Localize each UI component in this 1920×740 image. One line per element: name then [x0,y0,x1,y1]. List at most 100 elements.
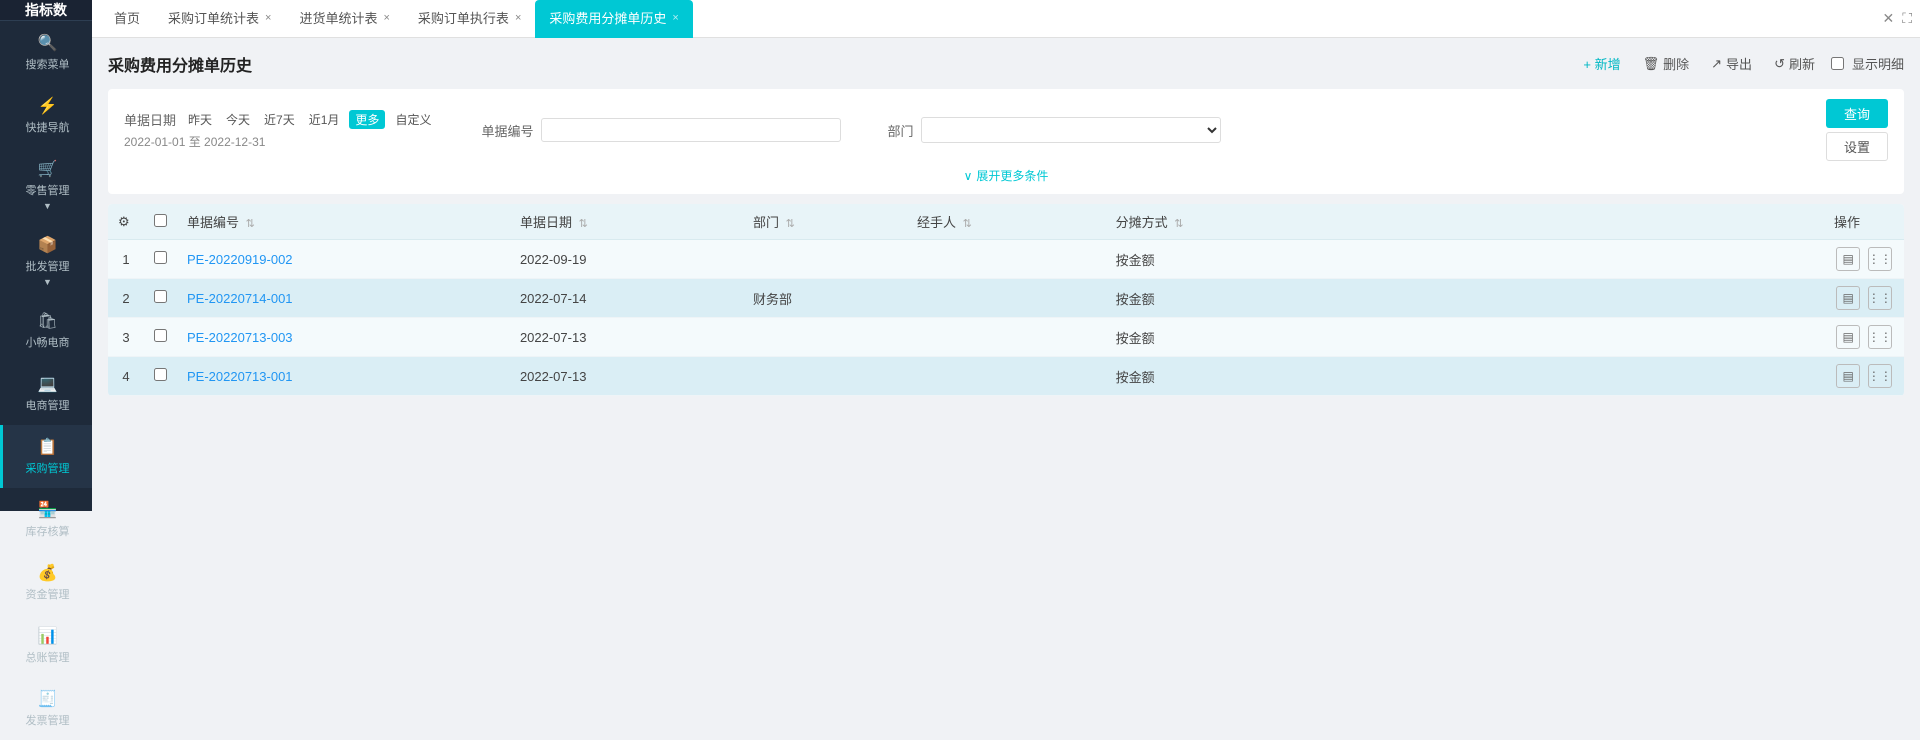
row-checkbox[interactable] [154,290,167,303]
purchase-icon: 📋 [38,437,58,457]
sidebar-item-ecommerce[interactable]: 💻 电商管理 [0,362,92,425]
sidebar-item-retail[interactable]: 🛒 零售管理 ▼ [0,147,92,223]
shortcut-more[interactable]: 更多 [349,110,385,129]
query-button-group: 查询 设置 [1826,99,1888,161]
row-dept [743,240,907,279]
show-cols-toggle[interactable]: 显示明细 [1831,54,1904,73]
select-all-checkbox[interactable] [154,214,167,227]
col-header-handler[interactable]: 经手人 ⇅ [907,204,1106,240]
row-doc-no: PE-20220919-002 [177,240,510,279]
row-doc-date: 2022-09-19 [510,240,743,279]
fullscreen-icon[interactable]: ⛶ [1902,10,1912,27]
shortcut-custom[interactable]: 自定义 [391,110,435,129]
row-checkbox[interactable] [154,251,167,264]
table-row: 4 PE-20220713-001 2022-07-13 按金额 ▤ ⋮⋮ [108,357,1904,396]
col-header-split-method[interactable]: 分摊方式 ⇅ [1106,204,1824,240]
sidebar-item-accounting[interactable]: 📊 总账管理 [0,614,92,677]
new-button[interactable]: + 新增 [1577,50,1626,77]
wholesale-icon: 📦 [38,235,58,255]
view-action-icon[interactable]: ▤ [1836,247,1860,271]
expand-more-conditions[interactable]: ∨ 展开更多条件 [124,167,1888,184]
row-doc-date: 2022-07-13 [510,357,743,396]
row-actions: ▤ ⋮⋮ [1824,240,1904,279]
sidebar-item-inventory[interactable]: 🏪 库存核算 [0,488,92,551]
row-handler [907,279,1106,318]
col-header-doc-date[interactable]: 单据日期 ⇅ [510,204,743,240]
sidebar-item-quick-nav[interactable]: ⚡ 快捷导航 [0,84,92,147]
shortcut-today[interactable]: 今天 [222,110,254,129]
tab-home[interactable]: 首页 [100,0,154,38]
shortcut-yesterday[interactable]: 昨天 [184,110,216,129]
minishop-icon: 🛍 [37,311,57,331]
row-doc-date: 2022-07-14 [510,279,743,318]
row-split-method: 按金额 [1106,318,1824,357]
doc-no-link[interactable]: PE-20220713-001 [187,369,293,384]
chevron-down-icon: ∨ [964,169,973,183]
sidebar-item-invoice[interactable]: 🧾 发票管理 [0,677,92,740]
doc-no-filter-group: 单据编号 [481,118,841,142]
row-split-method: 按金额 [1106,357,1824,396]
table-row: 1 PE-20220919-002 2022-09-19 按金额 ▤ ⋮⋮ [108,240,1904,279]
row-dept [743,357,907,396]
col-header-dept[interactable]: 部门 ⇅ [743,204,907,240]
shortcut-1month[interactable]: 近1月 [305,110,344,129]
query-button[interactable]: 查询 [1826,99,1888,128]
filter-settings-button[interactable]: 设置 [1826,132,1888,161]
invoice-icon: 🧾 [38,689,58,709]
col-header-checkbox[interactable] [144,204,177,240]
sort-icon-dept: ⇅ [786,218,795,230]
more-action-icon[interactable]: ⋮⋮ [1868,364,1892,388]
row-actions: ▤ ⋮⋮ [1824,318,1904,357]
doc-no-link[interactable]: PE-20220919-002 [187,252,293,267]
row-checkbox[interactable] [154,329,167,342]
sort-icon-split-method: ⇅ [1174,218,1183,230]
view-action-icon[interactable]: ▤ [1836,286,1860,310]
delete-button[interactable]: 🗑 删除 [1637,50,1696,77]
col-header-settings[interactable]: ⚙ [108,204,144,240]
more-action-icon[interactable]: ⋮⋮ [1868,325,1892,349]
tab-purchase-cost-history[interactable]: 采购费用分摊单历史 × [535,0,692,38]
sort-icon-doc-date: ⇅ [579,218,588,230]
more-action-icon[interactable]: ⋮⋮ [1868,247,1892,271]
row-checkbox-cell [144,318,177,357]
view-action-icon[interactable]: ▤ [1836,325,1860,349]
doc-no-input[interactable] [541,118,841,142]
close-tab-purchase-order-exec[interactable]: × [515,12,521,24]
dept-label: 部门 [887,121,913,140]
doc-no-link[interactable]: PE-20220714-001 [187,291,293,306]
date-label: 单据日期 [124,110,176,129]
page-header: 采购费用分摊单历史 + 新增 🗑 删除 ↗ 导出 ↺ 刷新 [108,50,1904,77]
toolbar: + 新增 🗑 删除 ↗ 导出 ↺ 刷新 显示明细 [1577,50,1904,77]
row-doc-no: PE-20220714-001 [177,279,510,318]
close-tab-purchase-cost-history[interactable]: × [672,12,678,24]
refresh-icon: ↺ [1774,56,1785,72]
dept-select[interactable] [921,117,1221,143]
export-button[interactable]: ↗ 导出 [1705,50,1758,77]
view-action-icon[interactable]: ▤ [1836,364,1860,388]
tab-incoming-stats[interactable]: 进货单统计表 × [285,0,403,38]
shortcut-7days[interactable]: 近7天 [260,110,299,129]
sidebar-item-search[interactable]: 🔍 搜索菜单 [0,21,92,84]
row-dept: 财务部 [743,279,907,318]
sidebar-item-mini-shop[interactable]: 🛍 小畅电商 [0,299,92,362]
row-actions: ▤ ⋮⋮ [1824,279,1904,318]
dept-filter-group: 部门 [887,117,1810,143]
tab-purchase-order-stats[interactable]: 采购订单统计表 × [154,0,285,38]
row-dept [743,318,907,357]
more-action-icon[interactable]: ⋮⋮ [1868,286,1892,310]
doc-no-link[interactable]: PE-20220713-003 [187,330,293,345]
close-tab-incoming-stats[interactable]: × [383,12,389,24]
date-range-display: 2022-01-01 至 2022-12-31 [124,133,435,150]
close-tab-purchase-order-stats[interactable]: × [265,12,271,24]
col-header-doc-no[interactable]: 单据编号 ⇅ [177,204,510,240]
sidebar-item-wholesale[interactable]: 📦 批发管理 ▼ [0,223,92,299]
row-split-method: 按金额 [1106,279,1824,318]
row-num: 3 [108,318,144,357]
close-all-tabs-icon[interactable]: ✕ [1882,10,1894,27]
row-checkbox[interactable] [154,368,167,381]
show-cols-checkbox[interactable] [1831,57,1844,70]
tab-purchase-order-exec[interactable]: 采购订单执行表 × [404,0,535,38]
sidebar-item-purchase[interactable]: 📋 采购管理 [0,425,92,488]
sidebar-item-finance[interactable]: 💰 资金管理 [0,551,92,614]
refresh-button[interactable]: ↺ 刷新 [1768,50,1821,77]
